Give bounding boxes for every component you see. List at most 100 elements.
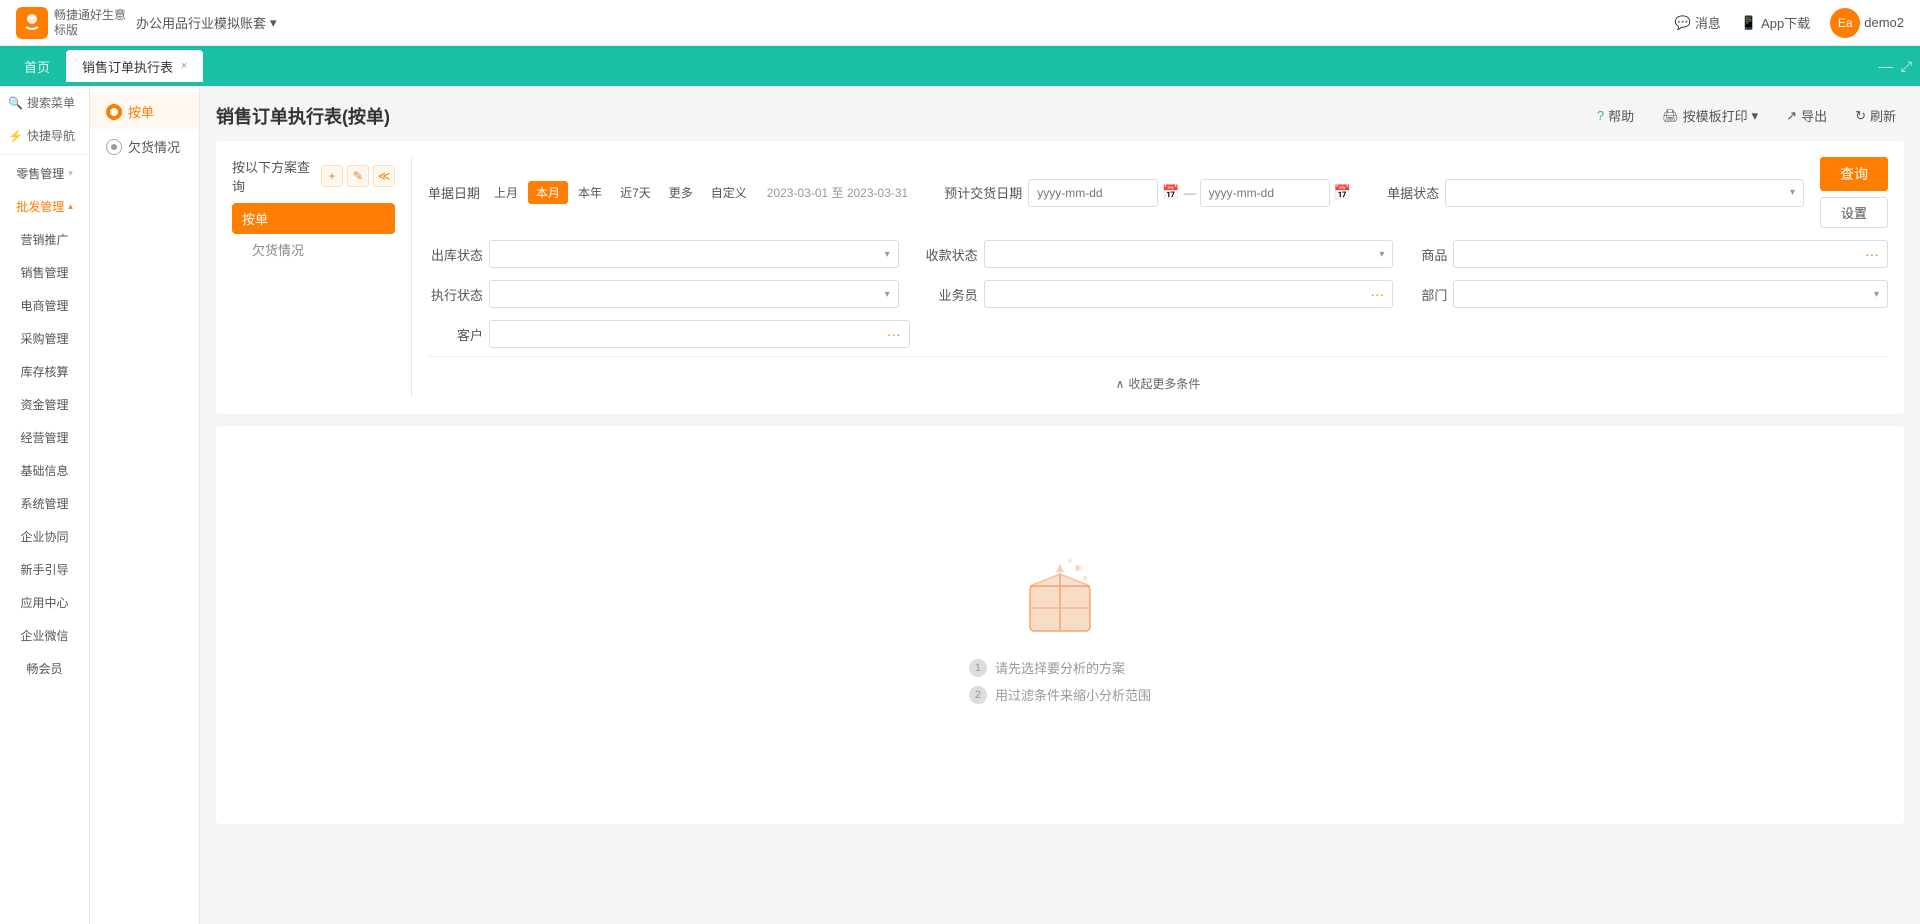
status-dropdown[interactable]: ▾ [1445, 179, 1804, 207]
query-button[interactable]: 查询 [1820, 157, 1888, 191]
collapse-button[interactable]: ∧ 收起更多条件 [1100, 369, 1217, 398]
filter-sales-rep: 业务员 ··· [923, 280, 1394, 308]
sidebar-item-basic[interactable]: 基础信息 [0, 454, 89, 487]
sidebar-item-enterprise[interactable]: 企业协同 [0, 520, 89, 553]
date-tab-last-month[interactable]: 上月 [486, 181, 526, 204]
expected-date-start[interactable] [1028, 179, 1158, 207]
filter-dept: 部门 ▾ [1417, 280, 1888, 308]
tab-close-icon[interactable]: × [181, 60, 187, 72]
main-filter: 按以下方案查询 + ✎ ≪ [232, 157, 1888, 398]
exec-status-dropdown[interactable]: ▾ [489, 280, 899, 308]
tab-sales-order[interactable]: 销售订单执行表 × [66, 50, 203, 82]
date-tab-this-year[interactable]: 本年 [570, 181, 610, 204]
date-tab-custom[interactable]: 自定义 [703, 181, 755, 204]
settings-button[interactable]: 设置 [1820, 197, 1888, 228]
tab-bar: 首页 销售订单执行表 × — ⤢ [0, 46, 1920, 86]
sidebar-item-weixin[interactable]: 企业微信 [0, 619, 89, 652]
main-layout: 🔍 搜索菜单 ⚡ 快捷导航 零售管理 ▾ 批发管理 ▴ 营销推广 销售管理 电商… [0, 86, 1920, 924]
tab-minimize-icon[interactable]: — [1879, 58, 1893, 74]
tab-expand-icon[interactable]: ⤢ [1901, 58, 1912, 75]
expected-date-label: 预计交货日期 [944, 183, 1022, 202]
sidebar-item-purchase[interactable]: 采购管理 [0, 322, 89, 355]
page-header: 销售订单执行表(按单) ? 帮助 🖨 按模板打印 ▾ ↗ 导出 ↻ 刷新 [216, 102, 1904, 129]
sidebar-item-marketing[interactable]: 营销推广 [0, 223, 89, 256]
sidebar-item-newbie[interactable]: 新手引导 [0, 553, 89, 586]
sales-rep-field[interactable]: ··· [984, 280, 1394, 308]
sidebar-item-system[interactable]: 系统管理 [0, 487, 89, 520]
sidebar-nav[interactable]: ⚡ 快捷导航 [0, 119, 89, 152]
filter-out-status: 出库状态 ▾ [428, 240, 899, 268]
date-tab-last7[interactable]: 近7天 [612, 181, 659, 204]
sidebar-item-retail[interactable]: 零售管理 ▾ [0, 157, 89, 190]
scheme-item-press[interactable]: 按单 [232, 203, 395, 234]
expected-date-range: 📅 — 📅 [1028, 179, 1351, 207]
date-tab-more[interactable]: 更多 [661, 181, 701, 204]
filter-grid-wrapper: 单据日期 上月 本月 本年 近7天 更多 自定义 2023-03-01 至 20… [428, 157, 1888, 398]
exec-status-label: 执行状态 [428, 285, 483, 304]
customer-more-icon[interactable]: ··· [887, 326, 901, 342]
scheme-collapse-button[interactable]: ≪ [373, 165, 395, 187]
collection-dropdown[interactable]: ▾ [984, 240, 1394, 268]
results-area: 1 请先选择要分析的方案 2 用过滤条件来缩小分析范围 [216, 426, 1904, 824]
filter-row-2: 出库状态 ▾ 收款状态 ▾ [428, 240, 1888, 268]
sales-rep-label: 业务员 [923, 285, 978, 304]
goods-label: 商品 [1417, 245, 1447, 264]
app-download-action[interactable]: 📱 App下载 [1741, 13, 1810, 32]
tab-bar-right: — ⤢ [1879, 58, 1912, 75]
sales-rep-more-icon[interactable]: ··· [1370, 286, 1384, 302]
dept-label: 部门 [1417, 285, 1447, 304]
empty-tip-2: 2 用过滤条件来缩小分析范围 [969, 685, 1151, 704]
tab-home[interactable]: 首页 [8, 57, 66, 76]
sidebar-item-sales[interactable]: 销售管理 [0, 256, 89, 289]
collapse-row: ∧ 收起更多条件 [428, 356, 1888, 398]
calendar-icon-start[interactable]: 📅 [1162, 184, 1179, 201]
print-button[interactable]: 🖨 按模板打印 ▾ [1654, 102, 1766, 129]
sidebar-item-wholesale[interactable]: 批发管理 ▴ [0, 190, 89, 223]
help-button[interactable]: ? 帮助 [1589, 102, 1642, 129]
date-tabs: 上月 本月 本年 近7天 更多 自定义 [486, 181, 755, 204]
sidebar-item-inventory[interactable]: 库存核算 [0, 355, 89, 388]
scheme-edit-button[interactable]: ✎ [347, 165, 369, 187]
message-action[interactable]: 💬 消息 [1675, 13, 1721, 32]
content-area: 销售订单执行表(按单) ? 帮助 🖨 按模板打印 ▾ ↗ 导出 ↻ 刷新 [200, 86, 1920, 924]
calendar-icon-end[interactable]: 📅 [1334, 184, 1351, 201]
expected-date-end[interactable] [1200, 179, 1330, 207]
filter-row-3: 执行状态 ▾ 业务员 ··· [428, 280, 1888, 308]
out-status-dropdown[interactable]: ▾ [489, 240, 899, 268]
filter-goods: 商品 ··· [1417, 240, 1888, 268]
sub-sidebar-item-press[interactable]: 按单 [90, 94, 199, 129]
refresh-button[interactable]: ↻ 刷新 [1847, 102, 1904, 129]
exec-arrow: ▾ [885, 289, 890, 300]
filter-collection-status: 收款状态 ▾ [923, 240, 1394, 268]
filter-customer: 客户 ··· [428, 320, 910, 348]
sidebar-item-member[interactable]: 畅会员 [0, 652, 89, 685]
goods-more-icon[interactable]: ··· [1865, 246, 1879, 262]
sidebar-item-finance[interactable]: 资金管理 [0, 388, 89, 421]
user-area[interactable]: Ea demo2 [1830, 8, 1904, 38]
export-button[interactable]: ↗ 导出 [1778, 102, 1835, 129]
page-actions: ? 帮助 🖨 按模板打印 ▾ ↗ 导出 ↻ 刷新 [1589, 102, 1904, 129]
status-label: 单据状态 [1387, 183, 1439, 202]
sidebar-item-operations[interactable]: 经营管理 [0, 421, 89, 454]
collection-label: 收款状态 [923, 245, 978, 264]
date-tab-this-month[interactable]: 本月 [528, 181, 568, 204]
date-range-text: 2023-03-01 至 2023-03-31 [767, 184, 908, 201]
sub-item-icon [106, 104, 122, 120]
scheme-item-debt[interactable]: 欠货情况 [232, 234, 395, 265]
goods-field[interactable]: ··· [1453, 240, 1888, 268]
out-status-arrow: ▾ [885, 249, 890, 260]
sidebar-item-app-center[interactable]: 应用中心 [0, 586, 89, 619]
sidebar-search[interactable]: 🔍 搜索菜单 [0, 86, 89, 119]
sub-item-icon2 [106, 139, 122, 155]
sidebar: 🔍 搜索菜单 ⚡ 快捷导航 零售管理 ▾ 批发管理 ▴ 营销推广 销售管理 电商… [0, 86, 90, 924]
scheme-add-button[interactable]: + [321, 165, 343, 187]
filter-exec-status: 执行状态 ▾ [428, 280, 899, 308]
dept-dropdown[interactable]: ▾ [1453, 280, 1888, 308]
top-bar-right: 💬 消息 📱 App下载 Ea demo2 [1675, 8, 1904, 38]
sub-sidebar-item-debt[interactable]: 欠货情况 [90, 129, 199, 164]
app-title[interactable]: 办公用品行业模拟账套 ▾ [136, 13, 277, 32]
logo-icon [16, 7, 48, 39]
customer-field[interactable]: ··· [489, 320, 910, 348]
sidebar-item-ecommerce[interactable]: 电商管理 [0, 289, 89, 322]
scheme-actions: + ✎ ≪ [321, 165, 395, 187]
